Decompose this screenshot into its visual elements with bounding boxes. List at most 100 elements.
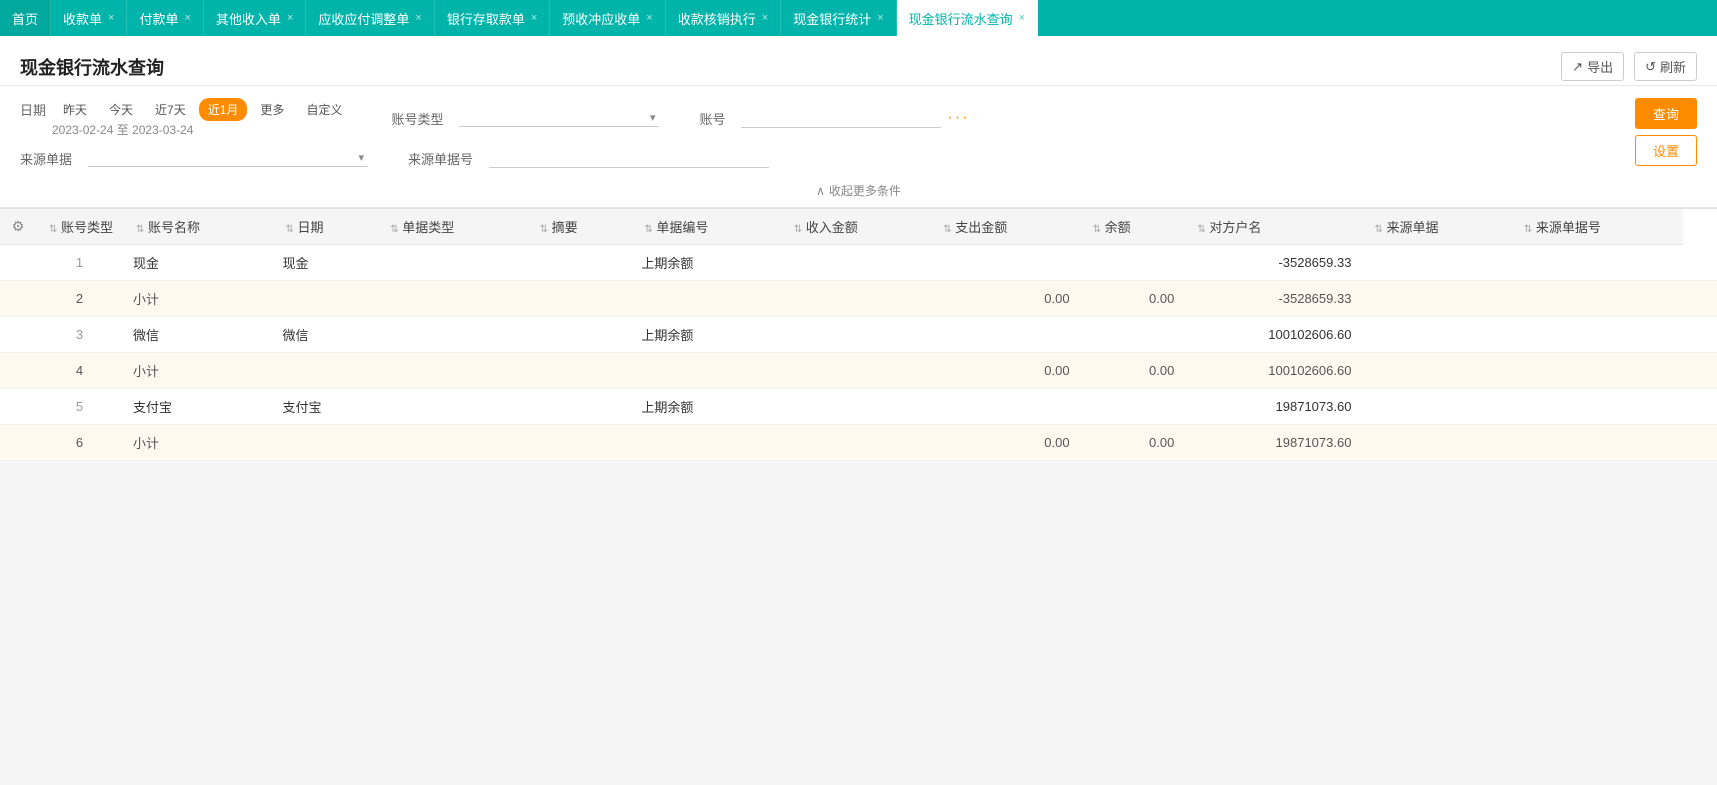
table-row[interactable]: 4小计0.000.00100102606.60 — [0, 353, 1717, 389]
top-navigation: 首页 收款单 × 付款单 × 其他收入单 × 应收应付调整单 × 银行存取款单 … — [0, 0, 1717, 36]
cell-account-name: 支付宝 — [272, 389, 377, 425]
settings-button[interactable]: 设置 — [1635, 135, 1697, 166]
source-doc-select[interactable]: ▾ — [88, 149, 368, 167]
cell-doc-type — [527, 281, 632, 317]
close-icon[interactable]: × — [646, 12, 652, 24]
sort-icon[interactable]: ⇅ — [49, 224, 57, 235]
more-dots-icon[interactable]: ··· — [947, 109, 969, 127]
cell-account-name — [272, 425, 377, 461]
cell-balance: -3528659.33 — [1184, 281, 1361, 317]
cell-balance: 19871073.60 — [1184, 425, 1361, 461]
sort-icon[interactable]: ⇅ — [943, 224, 951, 235]
close-icon[interactable]: × — [1019, 12, 1025, 24]
col-doc-type: ⇅ 单据类型 — [377, 209, 526, 245]
account-label: 账号 — [699, 109, 725, 128]
table-row[interactable]: 5支付宝支付宝上期余额19871073.60 — [0, 389, 1717, 425]
sort-icon[interactable]: ⇅ — [540, 224, 548, 235]
cell-counter-name — [1361, 317, 1510, 353]
header-actions: ↗ 导出 ↺ 刷新 — [1561, 52, 1697, 81]
date-opt-more[interactable]: 更多 — [251, 98, 293, 121]
cell-counter-name — [1361, 281, 1510, 317]
account-input[interactable] — [741, 108, 941, 127]
sort-icon[interactable]: ⇅ — [644, 224, 652, 235]
sort-icon[interactable]: ⇅ — [1374, 224, 1382, 235]
source-doc-no-input-wrap — [489, 148, 769, 168]
cell-summary — [631, 281, 780, 317]
sort-icon[interactable]: ⇅ — [390, 224, 398, 235]
col-source-doc-no: ⇅ 来源单据号 — [1511, 209, 1683, 245]
nav-tab-yushou[interactable]: 预收冲应收单 × — [550, 0, 665, 36]
cell-account-name — [272, 353, 377, 389]
cell-doc-no — [781, 317, 930, 353]
export-button[interactable]: ↗ 导出 — [1561, 52, 1624, 81]
cell-account-type: 小计 — [123, 425, 272, 461]
nav-tab-yinhang[interactable]: 银行存取款单 × — [435, 0, 550, 36]
table-row[interactable]: 2小计0.000.00-3528659.33 — [0, 281, 1717, 317]
sort-icon[interactable]: ⇅ — [794, 224, 802, 235]
cell-date — [377, 281, 526, 317]
source-doc-label: 来源单据 — [20, 149, 72, 168]
cell-source-doc-no — [1683, 389, 1717, 425]
close-icon[interactable]: × — [877, 12, 883, 24]
nav-tab-tongji[interactable]: 现金银行统计 × — [781, 0, 896, 36]
nav-home[interactable]: 首页 — [0, 0, 51, 36]
gear-icon[interactable]: ⚙ — [12, 218, 25, 234]
row-number: 6 — [36, 425, 123, 461]
refresh-button[interactable]: ↺ 刷新 — [1634, 52, 1697, 81]
cell-source-doc-no — [1683, 425, 1717, 461]
nav-tab-yingshou[interactable]: 应收应付调整单 × — [306, 0, 434, 36]
query-button[interactable]: 查询 — [1635, 98, 1697, 129]
sort-icon[interactable]: ⇅ — [285, 224, 293, 235]
chevron-down-icon: ▾ — [358, 151, 364, 164]
source-doc-no-label: 来源单据号 — [408, 149, 473, 168]
close-icon[interactable]: × — [108, 12, 114, 24]
sort-icon[interactable]: ⇅ — [1197, 224, 1205, 235]
cell-summary: 上期余额 — [631, 245, 780, 281]
cell-income: 0.00 — [930, 353, 1079, 389]
sort-icon[interactable]: ⇅ — [1524, 224, 1532, 235]
close-icon[interactable]: × — [531, 12, 537, 24]
nav-tab-qita[interactable]: 其他收入单 × — [204, 0, 306, 36]
page-title: 现金银行流水查询 — [20, 54, 164, 80]
date-opt-1month[interactable]: 近1月 — [199, 98, 248, 121]
nav-tab-liushui[interactable]: 现金银行流水查询 × — [897, 0, 1038, 36]
nav-tab-shoukuan-hexiao[interactable]: 收款核销执行 × — [666, 0, 781, 36]
date-opt-7days[interactable]: 近7天 — [146, 98, 195, 121]
col-account-type: ⇅ 账号类型 — [36, 209, 123, 245]
table-row[interactable]: 6小计0.000.0019871073.60 — [0, 425, 1717, 461]
cell-source-doc-no — [1683, 281, 1717, 317]
filter-area: 日期 昨天 今天 近7天 近1月 更多 自定义 2023-02-24 至 202… — [0, 86, 1717, 208]
close-icon[interactable]: × — [287, 12, 293, 24]
cell-source-doc — [1511, 389, 1683, 425]
close-icon[interactable]: × — [184, 12, 190, 24]
cell-doc-type — [527, 389, 632, 425]
cell-summary — [631, 353, 780, 389]
source-doc-section: 来源单据 ▾ — [20, 149, 368, 168]
account-type-select[interactable]: ▾ — [459, 109, 659, 127]
collapse-bar[interactable]: ∧ 收起更多条件 — [20, 176, 1697, 207]
sort-icon[interactable]: ⇅ — [136, 224, 144, 235]
table-row[interactable]: 3微信微信上期余额100102606.60 — [0, 317, 1717, 353]
cell-account-name: 现金 — [272, 245, 377, 281]
row-number: 2 — [36, 281, 123, 317]
cell-account-type: 现金 — [123, 245, 272, 281]
top-filter-row: 日期 昨天 今天 近7天 近1月 更多 自定义 2023-02-24 至 202… — [20, 98, 1697, 176]
date-opt-today[interactable]: 今天 — [100, 98, 142, 121]
source-doc-no-input[interactable] — [489, 148, 769, 167]
query-label: 查询 — [1653, 107, 1679, 122]
cell-date — [377, 317, 526, 353]
cell-income: 0.00 — [930, 281, 1079, 317]
cell-account-name — [272, 281, 377, 317]
close-icon[interactable]: × — [762, 12, 768, 24]
date-opt-custom[interactable]: 自定义 — [297, 98, 351, 121]
sort-icon[interactable]: ⇅ — [1093, 224, 1101, 235]
cell-expense — [1080, 245, 1185, 281]
nav-tab-shoukuan[interactable]: 收款单 × — [51, 0, 127, 36]
nav-tab-fukuan[interactable]: 付款单 × — [127, 0, 203, 36]
date-opt-yesterday[interactable]: 昨天 — [54, 98, 96, 121]
cell-counter-name — [1361, 425, 1510, 461]
cell-source-doc — [1511, 425, 1683, 461]
close-icon[interactable]: × — [415, 12, 421, 24]
table-row[interactable]: 1现金现金上期余额-3528659.33 — [0, 245, 1717, 281]
filter-row-1: 日期 昨天 今天 近7天 近1月 更多 自定义 2023-02-24 至 202… — [20, 98, 1635, 138]
